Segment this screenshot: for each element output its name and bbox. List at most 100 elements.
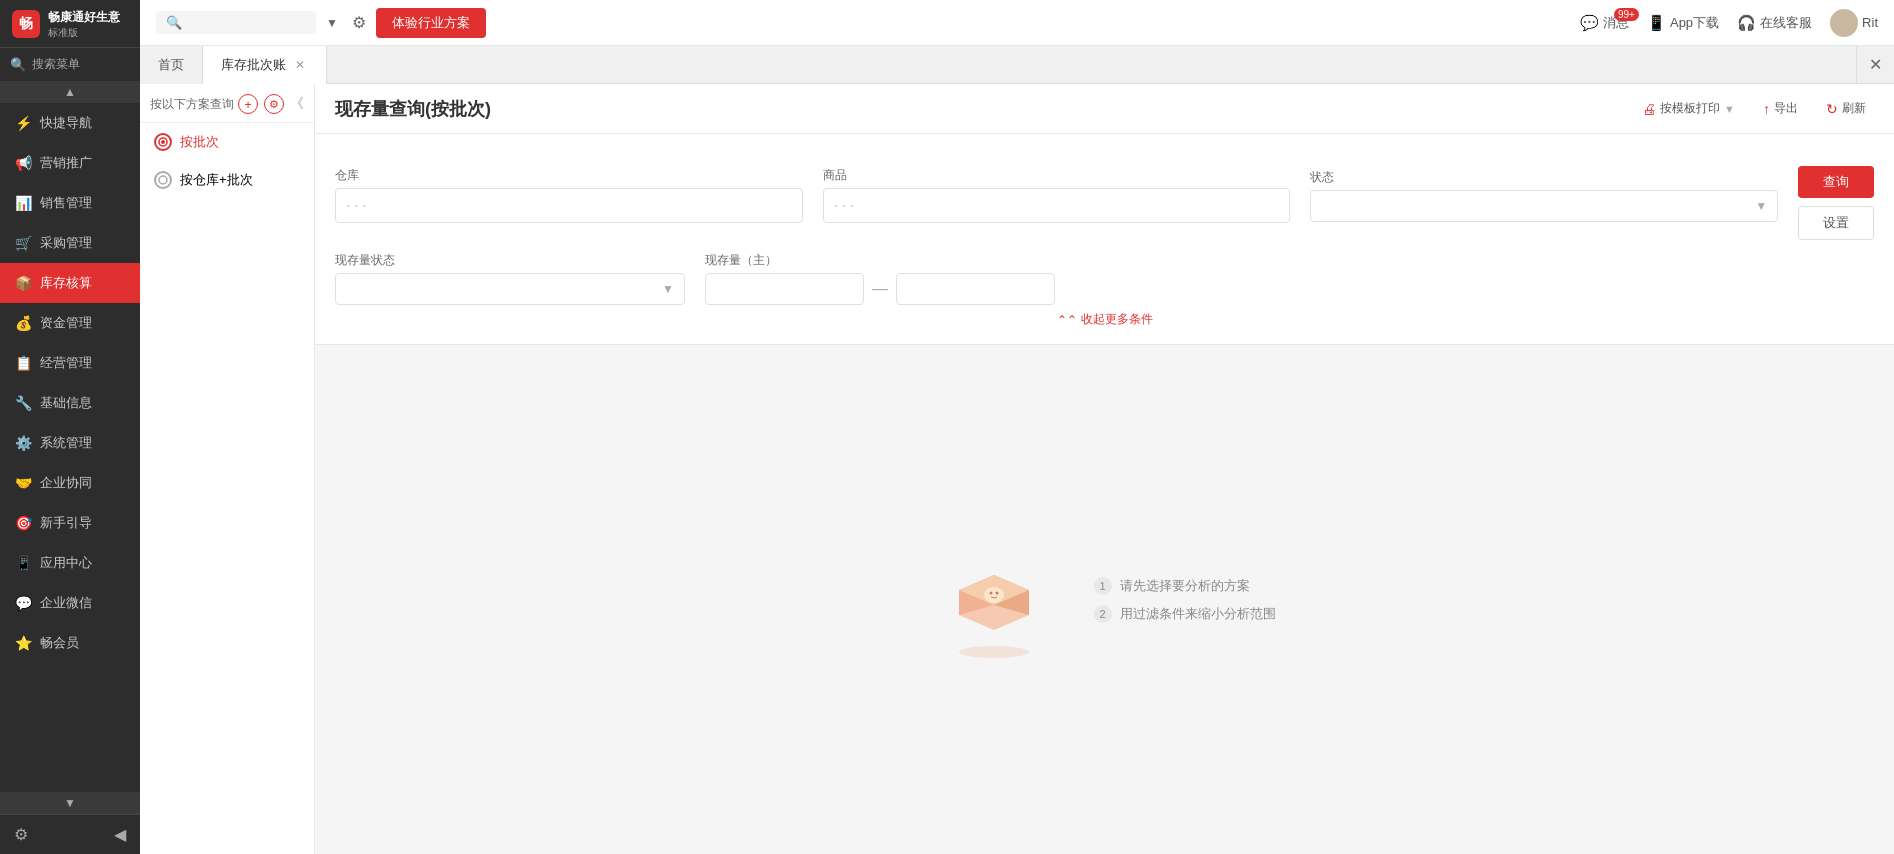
add-icon: + bbox=[244, 97, 252, 112]
user-profile-btn[interactable]: Rit bbox=[1830, 9, 1878, 37]
filter-stock-qty: 现存量（主） — bbox=[705, 252, 1055, 305]
business-icon: 📋 bbox=[14, 354, 32, 372]
tab-close-icon[interactable]: ✕ bbox=[292, 57, 308, 73]
warehouse-input[interactable]: ··· bbox=[335, 188, 803, 223]
query-btn[interactable]: 查询 bbox=[1798, 166, 1874, 198]
sidebar-item-inventory[interactable]: 📦 库存核算 bbox=[0, 263, 140, 303]
filter-product: 商品 ··· bbox=[823, 167, 1291, 223]
tip-num-2: 2 bbox=[1094, 605, 1112, 623]
svg-point-8 bbox=[984, 587, 1004, 603]
sidebar-item-finance[interactable]: 💰 资金管理 bbox=[0, 303, 140, 343]
action-buttons: 查询 设置 bbox=[1798, 150, 1874, 240]
empty-content: 1 请先选择要分析的方案 2 用过滤条件来缩小分析范围 bbox=[934, 540, 1276, 660]
status-label: 状态 bbox=[1310, 169, 1778, 186]
empty-illustration bbox=[934, 540, 1054, 660]
print-dropdown-icon: ▼ bbox=[1724, 103, 1735, 115]
nav-label-marketing: 营销推广 bbox=[40, 154, 92, 172]
wechat-icon: 💬 bbox=[14, 594, 32, 612]
refresh-btn[interactable]: ↻ 刷新 bbox=[1818, 96, 1874, 121]
stock-qty-max[interactable] bbox=[896, 273, 1055, 305]
page-title: 现存量查询(按批次) bbox=[335, 97, 491, 121]
topbar-search[interactable]: 🔍 bbox=[156, 11, 316, 34]
product-placeholder: ··· bbox=[834, 195, 858, 216]
refresh-icon: ↻ bbox=[1826, 101, 1838, 117]
nav-label-basic: 基础信息 bbox=[40, 394, 92, 412]
sidebar-scroll-up[interactable]: ▲ bbox=[0, 81, 140, 103]
status-input[interactable]: ▼ bbox=[1310, 190, 1778, 222]
scheme-item-by-warehouse-batch[interactable]: 按仓库+批次 bbox=[140, 161, 314, 199]
app-download-label: App下载 bbox=[1670, 14, 1719, 32]
collapse-more-btn[interactable]: ⌃⌃ 收起更多条件 bbox=[335, 305, 1874, 334]
empty-tip-1: 1 请先选择要分析的方案 bbox=[1094, 577, 1276, 595]
sidebar-item-business[interactable]: 📋 经营管理 bbox=[0, 343, 140, 383]
scheme-inactive-icon bbox=[154, 171, 172, 189]
sidebar-item-enterprise[interactable]: 🤝 企业协同 bbox=[0, 463, 140, 503]
sidebar-item-sales[interactable]: 📊 销售管理 bbox=[0, 183, 140, 223]
topbar-gear-icon[interactable]: ⚙ bbox=[352, 13, 366, 32]
finance-icon: 💰 bbox=[14, 314, 32, 332]
warehouse-label: 仓库 bbox=[335, 167, 803, 184]
sidebar-item-basic[interactable]: 🔧 基础信息 bbox=[0, 383, 140, 423]
tab-home[interactable]: 首页 bbox=[140, 46, 203, 84]
tab-inventory-batch[interactable]: 库存批次账 ✕ bbox=[203, 46, 327, 84]
right-panel: 现存量查询(按批次) 🖨 按模板打印 ▼ ↑ 导出 ↻ 刷新 bbox=[315, 84, 1894, 854]
scheme-active-icon bbox=[154, 133, 172, 151]
range-dash: — bbox=[872, 280, 888, 298]
app-logo: 畅 bbox=[12, 10, 40, 38]
scheme-settings-btn[interactable]: ⚙ bbox=[264, 94, 284, 114]
svg-point-1 bbox=[161, 140, 165, 144]
sidebar-item-marketing[interactable]: 📢 营销推广 bbox=[0, 143, 140, 183]
stock-status-input[interactable]: ▼ bbox=[335, 273, 685, 305]
sidebar-scroll-down[interactable]: ▼ bbox=[0, 792, 140, 814]
sidebar-item-system[interactable]: ⚙️ 系统管理 bbox=[0, 423, 140, 463]
left-panel: 按以下方案查询 + ⚙ 《 按批次 bbox=[140, 84, 315, 854]
sidebar-collapse-icon[interactable]: ◀ bbox=[114, 825, 126, 844]
tab-inventory-batch-label: 库存批次账 bbox=[221, 56, 286, 74]
svg-point-2 bbox=[159, 176, 167, 184]
title-toolbar: 🖨 按模板打印 ▼ ↑ 导出 ↻ 刷新 bbox=[1634, 96, 1874, 121]
message-btn[interactable]: 💬 消息 99+ bbox=[1580, 14, 1629, 32]
sidebar: 畅 畅康通好生意 标准版 🔍 搜索菜单 ▲ ⚡ 快捷导航 📢 营销推广 📊 销售… bbox=[0, 0, 140, 854]
sidebar-search[interactable]: 🔍 搜索菜单 bbox=[0, 48, 140, 81]
print-btn[interactable]: 🖨 按模板打印 ▼ bbox=[1634, 96, 1743, 121]
search-icon: 🔍 bbox=[10, 57, 26, 72]
panel-collapse-btn[interactable]: 《 bbox=[290, 95, 304, 113]
chevron-up-icon: ⌃⌃ bbox=[1057, 313, 1077, 327]
nav-label-system: 系统管理 bbox=[40, 434, 92, 452]
trial-btn[interactable]: 体验行业方案 bbox=[376, 8, 486, 38]
nav-label-enterprise: 企业协同 bbox=[40, 474, 92, 492]
stock-qty-range: — bbox=[705, 273, 1055, 305]
scheme-label-by-warehouse-batch: 按仓库+批次 bbox=[180, 171, 253, 189]
stock-qty-label: 现存量（主） bbox=[705, 252, 1055, 269]
brand-sub: 标准版 bbox=[48, 26, 120, 39]
sidebar-item-appcenter[interactable]: 📱 应用中心 bbox=[0, 543, 140, 583]
shortcut-icon: ⚡ bbox=[14, 114, 32, 132]
stock-qty-min[interactable] bbox=[705, 273, 864, 305]
topbar-dropdown-icon[interactable]: ▼ bbox=[326, 16, 338, 30]
product-input[interactable]: ··· bbox=[823, 188, 1291, 223]
filter-settings-btn[interactable]: 设置 bbox=[1798, 206, 1874, 240]
username-label: Rit bbox=[1862, 15, 1878, 30]
svg-point-9 bbox=[989, 591, 992, 594]
app-download-btn[interactable]: 📱 App下载 bbox=[1647, 14, 1719, 32]
sidebar-settings-icon[interactable]: ⚙ bbox=[14, 825, 28, 844]
enterprise-icon: 🤝 bbox=[14, 474, 32, 492]
online-service-label: 在线客服 bbox=[1760, 14, 1812, 32]
sidebar-item-member[interactable]: ⭐ 畅会员 bbox=[0, 623, 140, 663]
add-scheme-btn[interactable]: + bbox=[238, 94, 258, 114]
settings-icon: ⚙ bbox=[269, 98, 279, 111]
basic-icon: 🔧 bbox=[14, 394, 32, 412]
tabbar-close-btn[interactable]: ✕ bbox=[1856, 46, 1894, 83]
online-service-btn[interactable]: 🎧 在线客服 bbox=[1737, 14, 1812, 32]
svg-point-3 bbox=[959, 646, 1029, 658]
nav-label-sales: 销售管理 bbox=[40, 194, 92, 212]
export-btn[interactable]: ↑ 导出 bbox=[1755, 96, 1806, 121]
topbar-search-input[interactable] bbox=[188, 16, 288, 30]
left-panel-title: 按以下方案查询 bbox=[150, 96, 234, 113]
sidebar-item-purchase[interactable]: 🛒 采购管理 bbox=[0, 223, 140, 263]
sidebar-item-wechat[interactable]: 💬 企业微信 bbox=[0, 583, 140, 623]
sidebar-item-newguide[interactable]: 🎯 新手引导 bbox=[0, 503, 140, 543]
scheme-item-by-batch[interactable]: 按批次 bbox=[140, 123, 314, 161]
sidebar-item-shortcut[interactable]: ⚡ 快捷导航 bbox=[0, 103, 140, 143]
collapse-label: 收起更多条件 bbox=[1081, 311, 1153, 328]
